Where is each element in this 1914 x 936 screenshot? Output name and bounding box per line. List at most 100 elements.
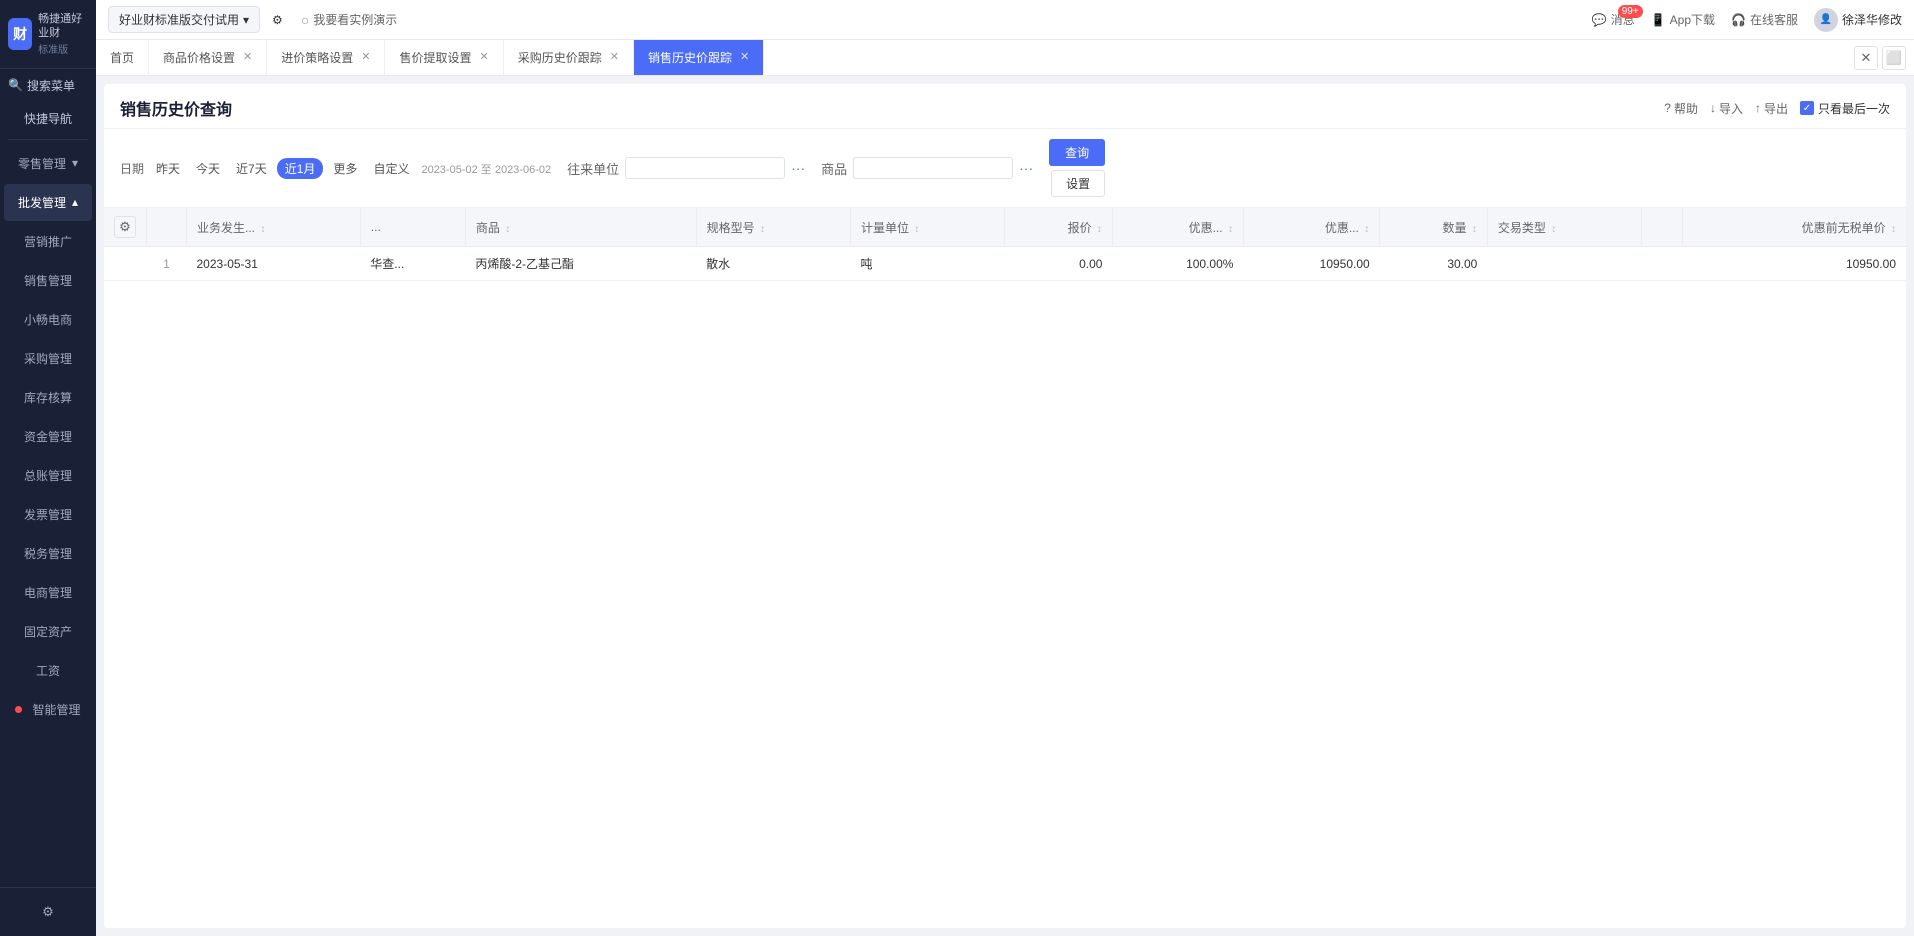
logo-text-group: 畅捷通好业财 标准版: [38, 12, 88, 56]
tab-home[interactable]: 首页: [96, 40, 149, 76]
sidebar-settings-btn[interactable]: ⚙: [8, 896, 88, 928]
tab-price-extract[interactable]: 售价提取设置 ✕: [385, 40, 503, 76]
col-quantity[interactable]: 数量 ↕: [1380, 208, 1488, 247]
search-menu[interactable]: 🔍 搜索菜单: [0, 69, 96, 102]
col-spacer: [1642, 208, 1683, 247]
sidebar-item-capital[interactable]: 资金管理: [4, 418, 92, 455]
col-more[interactable]: ...: [360, 208, 465, 247]
table-row[interactable]: 1 2023-05-31 华查... 丙烯酸-2-乙基己酯 散水 吨 0.00 …: [104, 247, 1906, 281]
gear-btn[interactable]: ⚙: [268, 9, 293, 31]
col-discount-amt[interactable]: 优惠... ↕: [1243, 208, 1379, 247]
maximize-window-btn[interactable]: ⬜: [1882, 46, 1906, 70]
col-pretax-price[interactable]: 优惠前无税单价 ↕: [1683, 208, 1906, 247]
tab-bar: 首页 商品价格设置 ✕ 进价策略设置 ✕ 售价提取设置 ✕ 采购历史价跟踪 ✕ …: [96, 40, 1914, 76]
sidebar-item-retail[interactable]: 零售管理 ▾: [4, 145, 92, 182]
settings-icon: ⚙: [42, 904, 54, 920]
sidebar-item-smart[interactable]: 智能管理: [4, 691, 92, 728]
sidebar-item-inventory[interactable]: 库存核算: [4, 379, 92, 416]
logo-icon: 财: [8, 18, 32, 50]
checkbox-icon: ✓: [1800, 101, 1814, 115]
smart-label: 智能管理: [32, 701, 80, 718]
only-last-checkbox[interactable]: ✓ 只看最后一次: [1800, 100, 1890, 117]
sidebar-item-ledger[interactable]: 总账管理: [4, 457, 92, 494]
sidebar-item-invoice[interactable]: 发票管理: [4, 496, 92, 533]
app-logo: 财 畅捷通好业财 标准版: [0, 0, 96, 69]
tab-sales-history-close-icon[interactable]: ✕: [740, 52, 749, 63]
date-filter-label: 日期: [120, 160, 144, 177]
retail-expand-icon: ▾: [72, 156, 78, 170]
col-trade-type[interactable]: 交易类型 ↕: [1487, 208, 1641, 247]
capital-label: 资金管理: [24, 428, 72, 445]
tab-purchase-history[interactable]: 采购历史价跟踪 ✕: [504, 40, 634, 76]
source-unit-filter: 往来单位 ···: [567, 157, 805, 179]
top-header: 好业财标准版交付试用 ▾ ⚙ 我要看实例演示 💬 消息 99+ 📱 App下载 …: [96, 0, 1914, 40]
tab-purchase-strategy-close-icon[interactable]: ✕: [361, 52, 370, 63]
user-info[interactable]: 👤 徐泽华修改: [1814, 8, 1902, 32]
version-selector[interactable]: 好业财标准版交付试用 ▾: [108, 6, 260, 33]
tab-price-settings[interactable]: 商品价格设置 ✕: [149, 40, 267, 76]
sidebar-item-sales[interactable]: 销售管理: [4, 262, 92, 299]
table-header-row: ⚙ 业务发生... ↕ ... 商品 ↕: [104, 208, 1906, 247]
header-right: 💬 消息 99+ 📱 App下载 🎧 在线客服 👤 徐泽华修改: [1592, 8, 1902, 32]
export-link[interactable]: ↑ 导出: [1755, 100, 1788, 117]
online-service-btn[interactable]: 🎧 在线客服: [1731, 11, 1798, 28]
sidebar-item-purchase[interactable]: 采购管理: [4, 340, 92, 377]
col-product[interactable]: 商品 ↕: [465, 208, 696, 247]
cell-pretax-price: 10950.00: [1683, 247, 1906, 281]
date-opt-custom[interactable]: 自定义: [367, 158, 415, 179]
date-opt-yesterday[interactable]: 昨天: [150, 158, 186, 179]
sidebar-item-ecommerce[interactable]: 电商管理: [4, 574, 92, 611]
col-unit-label: 计量单位: [861, 221, 909, 235]
cell-spec: 散水: [696, 247, 850, 281]
tab-sales-history[interactable]: 销售历史价跟踪 ✕: [634, 40, 764, 76]
version-chevron-icon: ▾: [243, 13, 249, 27]
product-label: 商品: [821, 159, 847, 178]
messages-btn[interactable]: 💬 消息 99+: [1592, 11, 1635, 28]
col-unit[interactable]: 计量单位 ↕: [850, 208, 1004, 247]
product-input[interactable]: [853, 157, 1013, 179]
table-settings-button[interactable]: 设置: [1051, 170, 1105, 197]
col-business-date-sort-icon: ↕: [260, 224, 265, 235]
app-download-label: App下载: [1670, 11, 1715, 28]
query-button[interactable]: 查询: [1049, 139, 1105, 166]
col-gear[interactable]: ⚙: [104, 208, 147, 247]
source-unit-dots-btn[interactable]: ···: [791, 160, 805, 176]
col-price[interactable]: 报价 ↕: [1005, 208, 1113, 247]
sidebar-item-payroll[interactable]: 工资: [4, 652, 92, 689]
col-business-date[interactable]: 业务发生... ↕: [187, 208, 361, 247]
sidebar-item-assets[interactable]: 固定资产: [4, 613, 92, 650]
date-opt-today[interactable]: 今天: [190, 158, 226, 179]
col-quantity-sort-icon: ↕: [1472, 224, 1477, 235]
date-opt-last7[interactable]: 近7天: [230, 158, 273, 179]
sidebar-item-wholesale[interactable]: 批发管理 ▴: [4, 184, 92, 221]
date-opt-more[interactable]: 更多: [327, 158, 363, 179]
cell-business-date: 2023-05-31: [187, 247, 361, 281]
smart-dot-icon: [15, 706, 22, 713]
product-dots-btn[interactable]: ···: [1019, 160, 1033, 176]
source-unit-input[interactable]: [625, 157, 785, 179]
quick-nav[interactable]: 快捷导航: [0, 102, 96, 135]
sidebar-item-marketing[interactable]: 营销推广: [4, 223, 92, 260]
col-trade-type-sort-icon: ↕: [1551, 224, 1556, 235]
messages-badge: 99+: [1618, 5, 1643, 18]
col-spec[interactable]: 规格型号 ↕: [696, 208, 850, 247]
col-unit-sort-icon: ↕: [914, 224, 919, 235]
cell-price: 0.00: [1005, 247, 1113, 281]
tab-price-settings-close-icon[interactable]: ✕: [243, 52, 252, 63]
close-window-btn[interactable]: ✕: [1854, 46, 1878, 70]
col-price-label: 报价: [1068, 221, 1092, 235]
sidebar-item-ecommerce-small[interactable]: 小畅电商: [4, 301, 92, 338]
tab-purchase-history-close-icon[interactable]: ✕: [610, 52, 619, 63]
col-discount-pct[interactable]: 优惠... ↕: [1112, 208, 1243, 247]
user-name: 徐泽华修改: [1842, 11, 1902, 28]
tab-price-extract-close-icon[interactable]: ✕: [480, 52, 489, 63]
demo-link[interactable]: 我要看实例演示: [301, 11, 397, 28]
col-discount-amt-sort-icon: ↕: [1364, 224, 1369, 235]
tab-purchase-strategy[interactable]: 进价策略设置 ✕: [267, 40, 385, 76]
app-download-btn[interactable]: 📱 App下载: [1651, 11, 1715, 28]
column-settings-btn[interactable]: ⚙: [114, 216, 136, 238]
sidebar-item-tax[interactable]: 税务管理: [4, 535, 92, 572]
help-link[interactable]: ? 帮助: [1664, 100, 1698, 117]
import-link[interactable]: ↓ 导入: [1710, 100, 1743, 117]
date-opt-last1month[interactable]: 近1月: [277, 158, 324, 179]
